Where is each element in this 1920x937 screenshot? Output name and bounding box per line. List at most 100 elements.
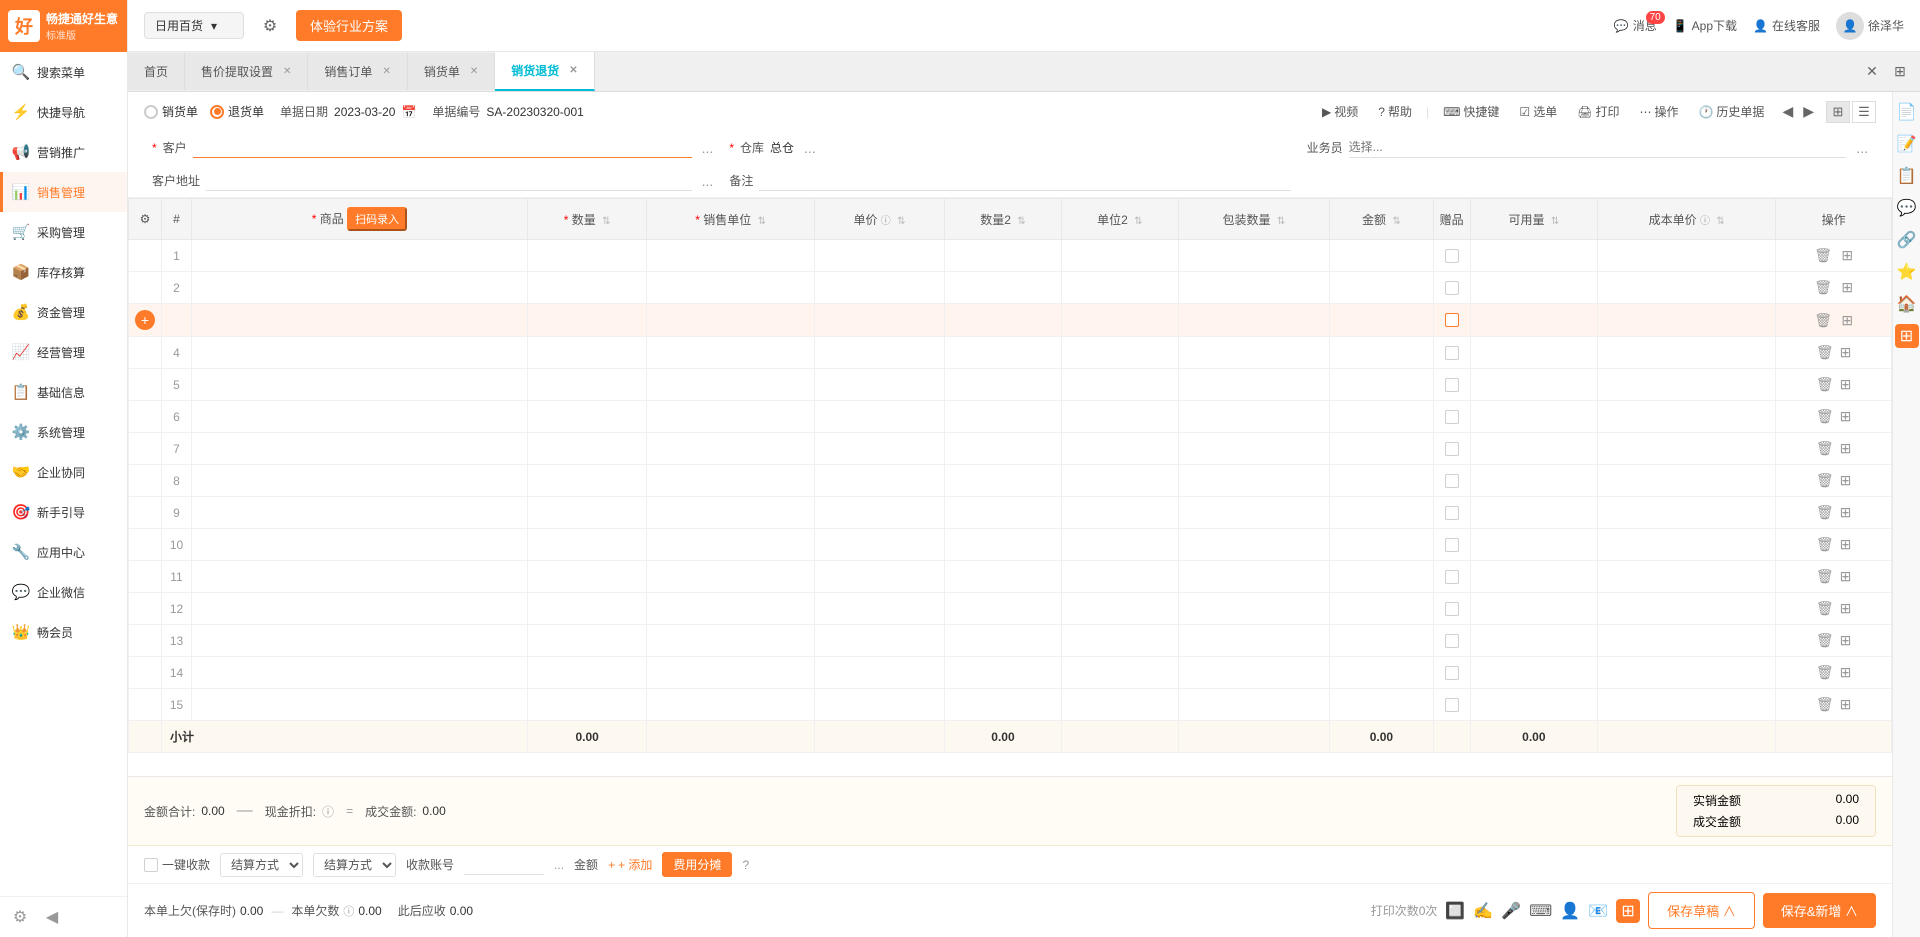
settlement-method-select[interactable]: 结算方式 [220,853,303,877]
copy-row-13-btn[interactable]: ⊞ [1840,632,1852,648]
collapse-icon[interactable]: ◀ [40,905,64,929]
gift-checkbox-14[interactable] [1445,666,1459,680]
tab-sale-delivery[interactable]: 销货单 ✕ [408,53,495,90]
delete-row-14-btn[interactable]: 🗑 [1816,664,1834,680]
sort-quantity-icon[interactable]: ⇅ [602,216,610,227]
print-btn[interactable]: 🖨 打印 [1571,100,1625,123]
sidebar-item-purchase[interactable]: 🛒 采购管理 [0,212,127,252]
copy-row-14-btn[interactable]: ⊞ [1840,664,1852,680]
address-input[interactable] [206,170,692,191]
gift-checkbox-3[interactable] [1445,313,1459,327]
sort-sale-unit-icon[interactable]: ⇅ [758,216,766,227]
expense-split-button[interactable]: 费用分摊 [662,852,732,877]
customer-select-btn[interactable]: ... [702,140,714,156]
copy-row-7-btn[interactable]: ⊞ [1840,440,1852,456]
tab-home[interactable]: 首页 [128,53,185,90]
save-new-button[interactable]: 保存&新增 ∧ [1763,893,1876,928]
footer-icon-7[interactable]: ⊞ [1616,899,1640,923]
delete-row-3-btn[interactable]: 🗑 [1814,312,1832,328]
expense-split-help-icon[interactable]: ? [742,858,749,872]
sidebar-item-base-info[interactable]: 📋 基础信息 [0,372,127,412]
col-config[interactable]: ⚙ [129,199,162,240]
delete-row-13-btn[interactable]: 🗑 [1816,632,1834,648]
customer-input[interactable] [193,137,692,158]
summary-method-select[interactable]: 结算方式 [313,853,396,877]
cash-discount-info-icon[interactable]: ⓘ [322,803,334,820]
add-row-button[interactable]: + [135,310,155,330]
one-key-payment-checkbox[interactable]: 一键收款 [144,856,210,873]
sidebar-item-marketing[interactable]: 📢 营销推广 [0,132,127,172]
delete-row-7-btn[interactable]: 🗑 [1816,440,1834,456]
sort-unit2-icon[interactable]: ⇅ [1134,216,1142,227]
delete-row-5-btn[interactable]: 🗑 [1816,376,1834,392]
shortcut-btn[interactable]: ⌨ 快捷键 [1437,100,1505,123]
copy-row-12-btn[interactable]: ⊞ [1840,600,1852,616]
right-panel-clipboard-icon[interactable]: 📋 [1895,164,1919,188]
copy-row-3-btn[interactable]: ⊞ [1841,312,1853,328]
footer-icon-6[interactable]: 📧 [1588,901,1608,921]
save-draft-button[interactable]: 保存草稿 ∧ [1648,892,1755,929]
delete-row-12-btn[interactable]: 🗑 [1816,600,1834,616]
delete-row-2-btn[interactable]: 🗑 [1814,279,1832,295]
gift-checkbox-1[interactable] [1445,249,1459,263]
footer-icon-2[interactable]: ✍ [1473,901,1493,921]
sidebar-item-cooperation[interactable]: 🤝 企业协同 [0,452,127,492]
radio-return[interactable]: 退货单 [210,103,264,120]
expand-tabs-button[interactable]: ⊞ [1888,60,1912,84]
footer-icon-1[interactable]: 🔲 [1445,901,1465,921]
sort-available-icon[interactable]: ⇅ [1551,216,1559,227]
payment-checkbox[interactable] [144,858,158,872]
help-btn[interactable]: ? 帮助 [1372,100,1418,123]
account-select-dots[interactable]: ... [554,858,564,872]
warehouse-select-btn[interactable]: ... [804,140,816,156]
right-panel-note-icon[interactable]: 📝 [1895,132,1919,156]
gift-checkbox-5[interactable] [1445,378,1459,392]
tab-sale-order[interactable]: 销售订单 ✕ [308,53,407,90]
add-payment-button[interactable]: + + 添加 [608,856,652,873]
sidebar-item-newbie[interactable]: 🎯 新手引导 [0,492,127,532]
salesperson-input[interactable] [1349,137,1847,158]
barcode-scan-button[interactable]: 扫码录入 [347,207,407,231]
copy-row-10-btn[interactable]: ⊞ [1840,536,1852,552]
delete-row-10-btn[interactable]: 🗑 [1816,536,1834,552]
tab-sale-return[interactable]: 销货退货 ✕ [495,52,594,91]
app-download-button[interactable]: 📱 App下载 [1673,17,1737,34]
list-view-btn[interactable]: ☰ [1852,101,1876,123]
tab-close-sale-order[interactable]: ✕ [382,66,390,77]
copy-row-15-btn[interactable]: ⊞ [1840,696,1852,712]
settings-icon[interactable]: ⚙ [8,905,32,929]
copy-row-11-btn[interactable]: ⊞ [1840,568,1852,584]
right-panel-chat-icon[interactable]: 💬 [1895,196,1919,220]
stat-debt-info-icon[interactable]: ⓘ [343,903,354,919]
footer-icon-3[interactable]: 🎤 [1501,901,1521,921]
online-service-button[interactable]: 👤 在线客服 [1753,17,1820,34]
sidebar-item-search[interactable]: 🔍 搜索菜单 [0,52,127,92]
account-number-input[interactable] [464,854,544,875]
sidebar-item-sales[interactable]: 📊 销售管理 [0,172,127,212]
gift-checkbox-13[interactable] [1445,634,1459,648]
grid-view-btn[interactable]: ⊞ [1826,101,1850,123]
delete-row-11-btn[interactable]: 🗑 [1816,568,1834,584]
sidebar-item-inventory[interactable]: 📦 库存核算 [0,252,127,292]
product-input-3[interactable] [198,313,521,327]
delete-row-9-btn[interactable]: 🗑 [1816,504,1834,520]
copy-row-8-btn[interactable]: ⊞ [1840,472,1852,488]
history-btn[interactable]: 🕐 历史单据 [1692,100,1770,123]
sort-unit-price-icon[interactable]: ⇅ [897,216,905,227]
delete-row-8-btn[interactable]: 🗑 [1816,472,1834,488]
gift-checkbox-15[interactable] [1445,698,1459,712]
sidebar-item-system[interactable]: ⚙️ 系统管理 [0,412,127,452]
operate-btn[interactable]: ⋯ 操作 [1633,100,1684,123]
sidebar-item-member[interactable]: 👑 畅会员 [0,612,127,652]
copy-row-4-btn[interactable]: ⊞ [1840,344,1852,360]
select-btn[interactable]: ☑ 选单 [1513,100,1563,123]
tab-close-sale-return[interactable]: ✕ [569,65,577,76]
gift-checkbox-4[interactable] [1445,346,1459,360]
gift-checkbox-12[interactable] [1445,602,1459,616]
right-panel-active-icon[interactable]: ⊞ [1895,324,1919,348]
right-panel-doc-icon[interactable]: 📄 [1895,100,1919,124]
calendar-icon[interactable]: 📅 [401,105,416,119]
gift-checkbox-2[interactable] [1445,281,1459,295]
sidebar-item-finance[interactable]: 💰 资金管理 [0,292,127,332]
gift-checkbox-11[interactable] [1445,570,1459,584]
